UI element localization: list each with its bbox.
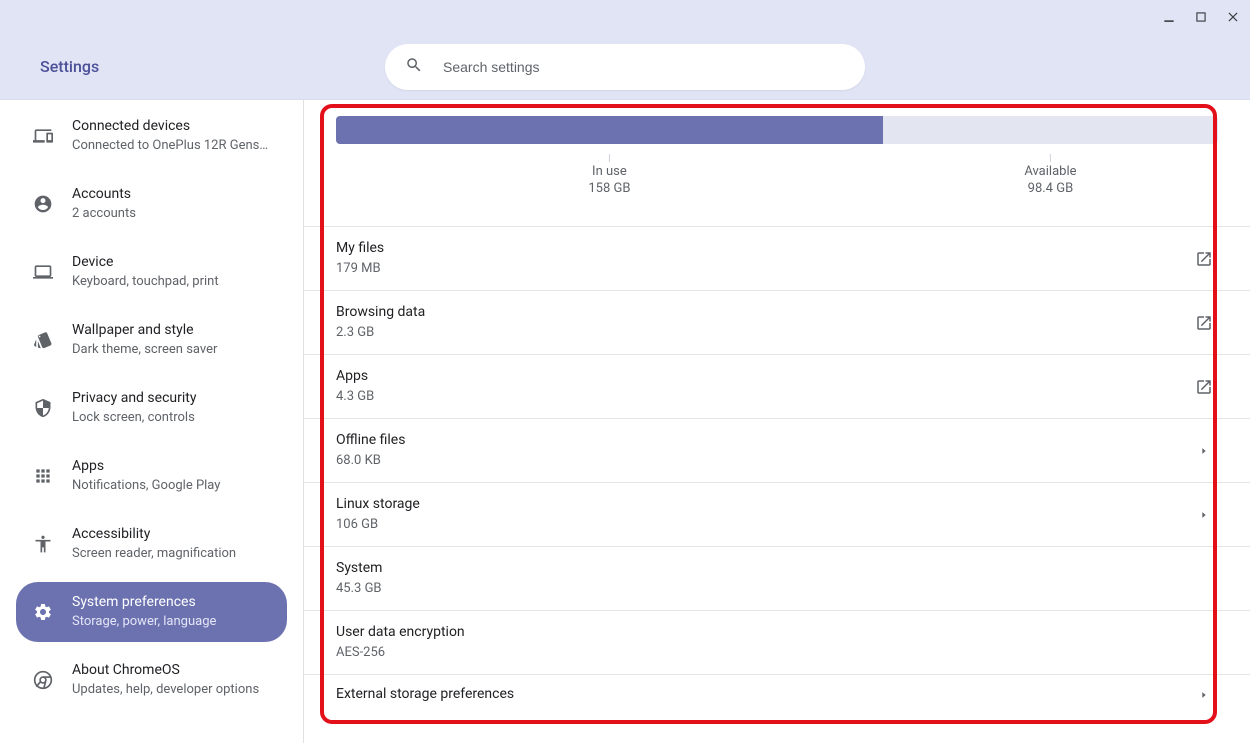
sidebar-item-label: Privacy and security: [72, 389, 196, 408]
row-my-files[interactable]: My files 179 MB: [304, 227, 1250, 291]
devices-icon: [32, 125, 54, 147]
sidebar-item-label: About ChromeOS: [72, 661, 259, 680]
storage-bar: [336, 116, 1218, 144]
row-label: My files: [336, 239, 1190, 259]
row-label: System: [336, 559, 1190, 579]
storage-breakdown-list: My files 179 MB Browsing data 2.3 GB: [304, 226, 1250, 715]
row-sublabel: 106 GB: [336, 516, 1190, 534]
sidebar-item-sublabel: Keyboard, touchpad, print: [72, 273, 219, 291]
row-sublabel: 2.3 GB: [336, 324, 1190, 342]
sidebar-item-sublabel: Lock screen, controls: [72, 409, 196, 427]
storage-available-value: 98.4 GB: [1024, 181, 1076, 196]
app-title: Settings: [40, 57, 99, 76]
sidebar-item-label: Accounts: [72, 185, 136, 204]
storage-available-label: Available: [1024, 164, 1076, 179]
sidebar-item-privacy[interactable]: Privacy and security Lock screen, contro…: [16, 378, 287, 438]
row-linux-storage[interactable]: Linux storage 106 GB: [304, 483, 1250, 547]
search-icon: [405, 56, 423, 78]
storage-available: Available 98.4 GB: [1024, 154, 1076, 196]
sidebar-item-connected-devices[interactable]: Connected devices Connected to OnePlus 1…: [16, 106, 287, 166]
open-in-new-icon: [1190, 250, 1218, 268]
sidebar-item-system-preferences[interactable]: System preferences Storage, power, langu…: [16, 582, 287, 642]
row-sublabel: AES-256: [336, 644, 1190, 662]
main-content: In use 158 GB Available 98.4 GB My files…: [304, 100, 1250, 743]
row-offline-files[interactable]: Offline files 68.0 KB: [304, 419, 1250, 483]
apps-icon: [32, 465, 54, 487]
chevron-right-icon: [1190, 510, 1218, 520]
sidebar-item-accounts[interactable]: Accounts 2 accounts: [16, 174, 287, 234]
close-icon[interactable]: [1224, 8, 1242, 26]
row-sublabel: 68.0 KB: [336, 452, 1190, 470]
style-icon: [32, 329, 54, 351]
search-input[interactable]: [443, 59, 845, 75]
sidebar-item-sublabel: Screen reader, magnification: [72, 545, 236, 563]
row-label: Offline files: [336, 431, 1190, 451]
sidebar-item-sublabel: Connected to OnePlus 12R Gens…: [72, 137, 268, 155]
row-apps[interactable]: Apps 4.3 GB: [304, 355, 1250, 419]
storage-in-use: In use 158 GB: [588, 154, 630, 196]
sidebar-item-label: Device: [72, 253, 219, 272]
sidebar-item-label: Apps: [72, 457, 220, 476]
sidebar-item-about[interactable]: About ChromeOS Updates, help, developer …: [16, 650, 287, 710]
sidebar-item-accessibility[interactable]: Accessibility Screen reader, magnificati…: [16, 514, 287, 574]
shield-icon: [32, 397, 54, 419]
storage-in-use-label: In use: [588, 164, 630, 179]
laptop-icon: [32, 261, 54, 283]
account-icon: [32, 193, 54, 215]
minimize-icon[interactable]: [1160, 8, 1178, 26]
sidebar-item-sublabel: 2 accounts: [72, 205, 136, 223]
row-label: Linux storage: [336, 495, 1190, 515]
storage-in-use-value: 158 GB: [588, 181, 630, 196]
window-title-bar: [0, 0, 1250, 34]
maximize-icon[interactable]: [1192, 8, 1210, 26]
accessibility-icon: [32, 533, 54, 555]
app-header: Settings: [0, 34, 1250, 100]
gear-icon: [32, 601, 54, 623]
open-in-new-icon: [1190, 314, 1218, 332]
sidebar-item-label: System preferences: [72, 593, 216, 612]
row-sublabel: 179 MB: [336, 260, 1190, 278]
row-sublabel: 45.3 GB: [336, 580, 1190, 598]
sidebar-item-device[interactable]: Device Keyboard, touchpad, print: [16, 242, 287, 302]
row-browsing-data[interactable]: Browsing data 2.3 GB: [304, 291, 1250, 355]
sidebar-item-sublabel: Dark theme, screen saver: [72, 341, 217, 359]
sidebar-item-apps[interactable]: Apps Notifications, Google Play: [16, 446, 287, 506]
storage-bar-fill: [336, 116, 883, 144]
row-label: Browsing data: [336, 303, 1190, 323]
sidebar: Connected devices Connected to OnePlus 1…: [0, 100, 304, 743]
row-label: User data encryption: [336, 623, 1190, 643]
row-external-storage[interactable]: External storage preferences: [304, 675, 1250, 715]
row-label: Apps: [336, 367, 1190, 387]
open-in-new-icon: [1190, 378, 1218, 396]
search-container[interactable]: [385, 44, 865, 90]
chrome-icon: [32, 669, 54, 691]
sidebar-item-sublabel: Notifications, Google Play: [72, 477, 220, 495]
row-system: System 45.3 GB: [304, 547, 1250, 611]
row-sublabel: 4.3 GB: [336, 388, 1190, 406]
row-user-data-encryption: User data encryption AES-256: [304, 611, 1250, 675]
chevron-right-icon: [1190, 446, 1218, 456]
sidebar-item-wallpaper[interactable]: Wallpaper and style Dark theme, screen s…: [16, 310, 287, 370]
row-label: External storage preferences: [336, 685, 1190, 705]
sidebar-item-sublabel: Updates, help, developer options: [72, 681, 259, 699]
sidebar-item-sublabel: Storage, power, language: [72, 613, 216, 631]
sidebar-item-label: Accessibility: [72, 525, 236, 544]
chevron-right-icon: [1190, 690, 1218, 700]
storage-summary: In use 158 GB Available 98.4 GB: [304, 100, 1250, 226]
sidebar-item-label: Wallpaper and style: [72, 321, 217, 340]
sidebar-item-label: Connected devices: [72, 117, 268, 136]
